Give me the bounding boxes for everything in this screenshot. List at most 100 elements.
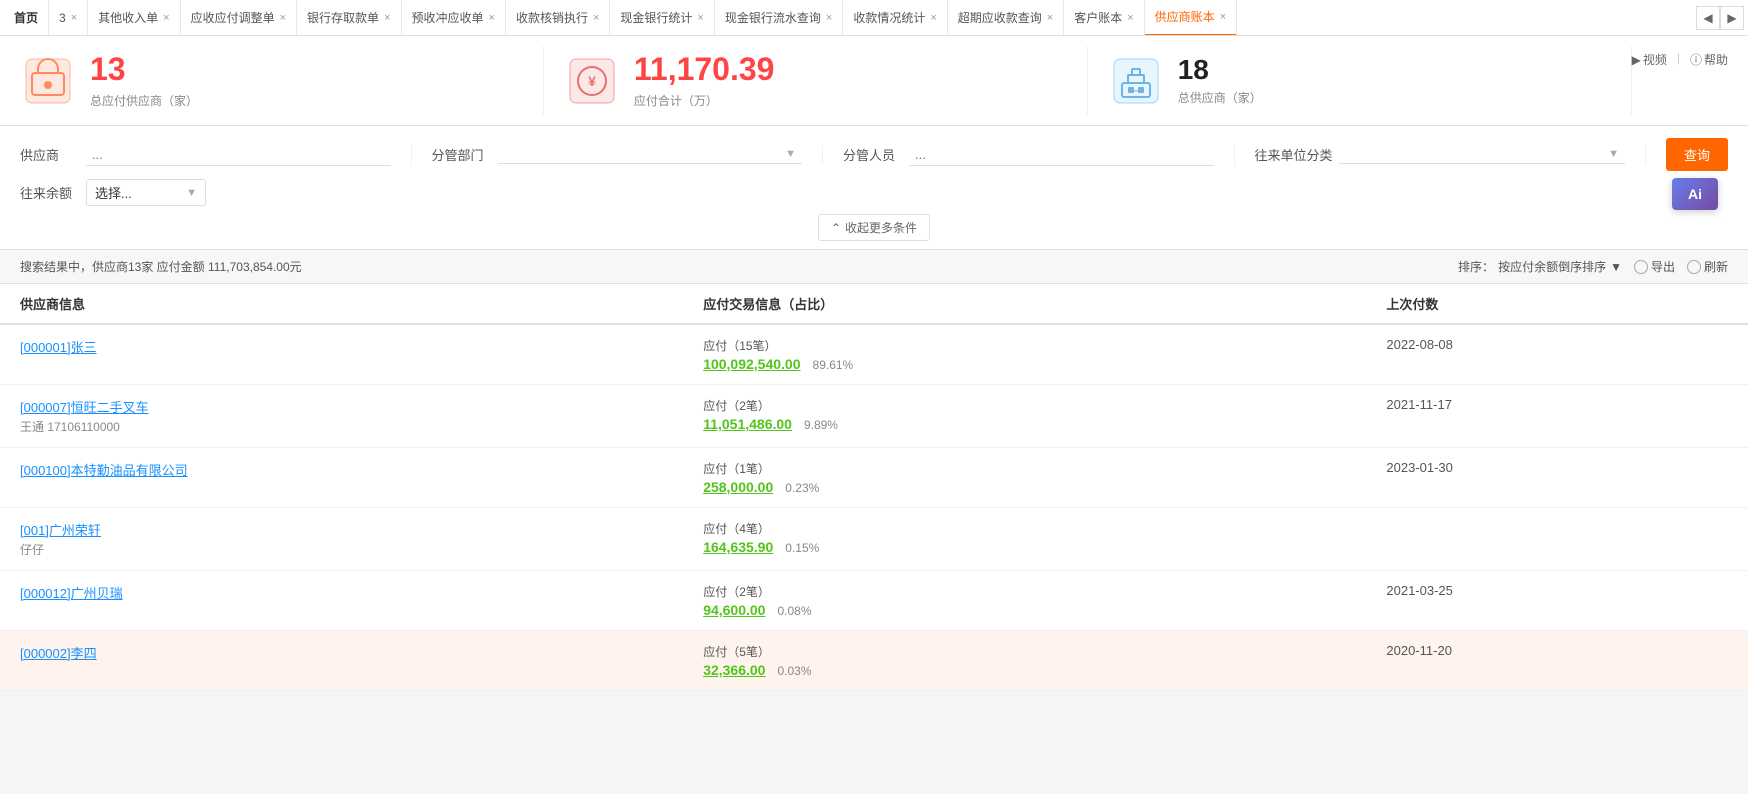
nav-tab-3-close[interactable]: × <box>71 12 77 24</box>
help-label: 帮助 <box>1704 51 1728 68</box>
nav-tab-3-label: 3 <box>59 11 66 25</box>
payable-amount-value: 11,170.39 <box>634 52 775 87</box>
supplier-link-2[interactable]: [000100]本特勤油品有限公司 <box>20 460 703 479</box>
nav-tab-payable-adjust-close[interactable]: × <box>280 12 286 24</box>
stat-payable-suppliers-text: 13 总应付供应商（家） <box>90 52 198 108</box>
payable-supplier-icon <box>20 53 76 109</box>
nav-tab-cash-bank-flow-close[interactable]: × <box>826 12 832 24</box>
nav-tab-other-income-label: 其他收入单 <box>98 9 158 26</box>
supplier-cell-1: [000007]恒旺二手叉车 王通 17106110000 <box>20 397 703 435</box>
stat-payable-suppliers: 13 总应付供应商（家） <box>20 46 544 115</box>
nav-tab-cash-bank-stat-label: 现金银行统计 <box>620 9 692 26</box>
tx-amount-0[interactable]: 100,092,540.00 <box>703 356 800 372</box>
balance-dropdown-arrow: ▼ <box>186 187 197 199</box>
balance-select[interactable]: 选择... ▼ <box>86 179 206 206</box>
tx-amount-4[interactable]: 94,600.00 <box>703 602 765 618</box>
nav-tab-other-income-close[interactable]: × <box>163 12 169 24</box>
refresh-button[interactable]: 刷新 <box>1687 258 1728 275</box>
nav-tab-cash-bank-flow[interactable]: 现金银行流水查询 × <box>715 0 843 36</box>
nav-tab-overdue-collect-close[interactable]: × <box>1047 12 1053 24</box>
refresh-icon <box>1687 260 1701 274</box>
payable-amount-label: 应付合计（万） <box>634 92 775 109</box>
filter-person: 分管人员 <box>843 144 1235 166</box>
supplier-cell-3: [001]广州荣轩 仔仔 <box>20 520 703 558</box>
collapse-chevron-icon: ⌃ <box>831 221 841 235</box>
sort-control: 排序： 按应付余额倒序排序 ▼ <box>1458 258 1622 275</box>
nav-tab-customer-account-close[interactable]: × <box>1127 12 1133 24</box>
table-row: [001]广州荣轩 仔仔 应付（4笔） 164,635.90 0.15% <box>0 508 1748 571</box>
filter-row-2: 往来余额 选择... ▼ <box>20 179 1728 206</box>
export-button[interactable]: 导出 <box>1634 258 1675 275</box>
tx-row-4: 94,600.00 0.08% <box>703 600 1386 618</box>
nav-tab-overdue-collect-label: 超期应收款查询 <box>958 9 1042 26</box>
nav-tab-payable-adjust[interactable]: 应收应付调整单 × <box>181 0 297 36</box>
tx-amount-5[interactable]: 32,366.00 <box>703 662 765 678</box>
tx-row-3: 164,635.90 0.15% <box>703 537 1386 555</box>
nav-tab-overdue-collect[interactable]: 超期应收款查询 × <box>948 0 1064 36</box>
nav-tab-supplier-account[interactable]: 供应商账本 × <box>1145 0 1237 36</box>
supplier-link-1[interactable]: [000007]恒旺二手叉车 <box>20 397 703 416</box>
nav-tab-customer-account[interactable]: 客户账本 × <box>1064 0 1144 36</box>
nav-prev-arrow[interactable]: ◀ <box>1696 6 1720 30</box>
dept-select[interactable]: ▼ <box>498 145 803 164</box>
video-icon: ▶ <box>1632 53 1641 67</box>
nav-tab-3[interactable]: 3 × <box>49 0 88 36</box>
payable-suppliers-count: 13 <box>90 52 198 87</box>
nav-tab-other-income[interactable]: 其他收入单 × <box>88 0 180 36</box>
stat-payable-amount: ¥ 11,170.39 应付合计（万） <box>544 46 1088 115</box>
help-link[interactable]: ⓘ 帮助 <box>1690 51 1728 68</box>
supplier-link-3[interactable]: [001]广州荣轩 <box>20 520 703 539</box>
table-row: [000007]恒旺二手叉车 王通 17106110000 应付（2笔） 11,… <box>0 385 1748 448</box>
tx-cell-4: 应付（2笔） 94,600.00 0.08% <box>703 583 1386 618</box>
tx-amount-1[interactable]: 11,051,486.00 <box>703 416 792 432</box>
tx-cell-1: 应付（2笔） 11,051,486.00 9.89% <box>703 397 1386 432</box>
ai-badge[interactable]: Ai <box>1672 178 1718 210</box>
supplier-filter-label: 供应商 <box>20 145 80 164</box>
video-link[interactable]: ▶ 视频 <box>1632 51 1667 68</box>
nav-tab-advance-collect[interactable]: 预收冲应收单 × <box>402 0 506 36</box>
nav-tab-advance-collect-close[interactable]: × <box>489 12 495 24</box>
filter-area: 供应商 分管部门 ▼ 分管人员 往来单位分类 ▼ 查询 <box>0 126 1748 250</box>
total-suppliers-label: 总供应商（家） <box>1178 89 1262 106</box>
supplier-link-0[interactable]: [000001]张三 <box>20 337 703 356</box>
nav-tab-collect-stat-close[interactable]: × <box>930 12 936 24</box>
tx-amount-2[interactable]: 258,000.00 <box>703 479 773 495</box>
unit-category-dropdown-arrow: ▼ <box>1608 148 1619 160</box>
nav-tab-cash-bank-stat[interactable]: 现金银行统计 × <box>610 0 714 36</box>
collapse-button[interactable]: ⌃ 收起更多条件 <box>818 214 930 241</box>
stat-total-suppliers: 18 总供应商（家） <box>1088 46 1632 115</box>
help-icon: ⓘ <box>1690 51 1702 68</box>
sort-value[interactable]: 按应付余额倒序排序 <box>1498 258 1606 275</box>
nav-next-arrow[interactable]: ▶ <box>1720 6 1744 30</box>
nav-tab-collect-stat[interactable]: 收款情况统计 × <box>843 0 947 36</box>
nav-tab-home[interactable]: 首页 <box>4 0 49 36</box>
last-pay-4: 2021-03-25 <box>1386 583 1728 598</box>
supplier-link-4[interactable]: [000012]广州贝瑞 <box>20 583 703 602</box>
tx-row-0: 100,092,540.00 89.61% <box>703 354 1386 372</box>
nav-tab-supplier-account-close[interactable]: × <box>1220 11 1226 23</box>
query-button[interactable]: 查询 <box>1666 138 1728 171</box>
tx-amount-3[interactable]: 164,635.90 <box>703 539 773 555</box>
supplier-cell-5: [000002]李四 <box>20 643 703 662</box>
balance-select-value: 选择... <box>95 183 132 202</box>
nav-tab-collect-verify-close[interactable]: × <box>593 12 599 24</box>
tx-percent-1: 9.89% <box>804 418 838 432</box>
payable-suppliers-label: 总应付供应商（家） <box>90 92 198 109</box>
nav-tab-bank-deposit[interactable]: 银行存取款单 × <box>297 0 401 36</box>
nav-tab-bank-deposit-close[interactable]: × <box>384 12 390 24</box>
tx-cell-5: 应付（5笔） 32,366.00 0.03% <box>703 643 1386 678</box>
stats-bar: 13 总应付供应商（家） ¥ 11,170.39 应付合计（万） <box>0 36 1748 126</box>
unit-category-select[interactable]: ▼ <box>1339 145 1625 164</box>
top-navigation: 首页 3 × 其他收入单 × 应收应付调整单 × 银行存取款单 × 预收冲应收单… <box>0 0 1748 36</box>
filter-balance: 往来余额 选择... ▼ <box>20 179 206 206</box>
nav-tab-cash-bank-flow-label: 现金银行流水查询 <box>725 9 821 26</box>
col-supplier-info: 供应商信息 <box>20 294 703 313</box>
tx-cell-0: 应付（15笔） 100,092,540.00 89.61% <box>703 337 1386 372</box>
export-label: 导出 <box>1651 258 1675 275</box>
supplier-link-5[interactable]: [000002]李四 <box>20 643 703 662</box>
nav-tab-collect-verify[interactable]: 收款核销执行 × <box>506 0 610 36</box>
supplier-input[interactable] <box>86 144 391 166</box>
col-tx-info: 应付交易信息（占比） <box>703 294 1386 313</box>
nav-tab-cash-bank-stat-close[interactable]: × <box>697 12 703 24</box>
person-input[interactable] <box>909 144 1214 166</box>
